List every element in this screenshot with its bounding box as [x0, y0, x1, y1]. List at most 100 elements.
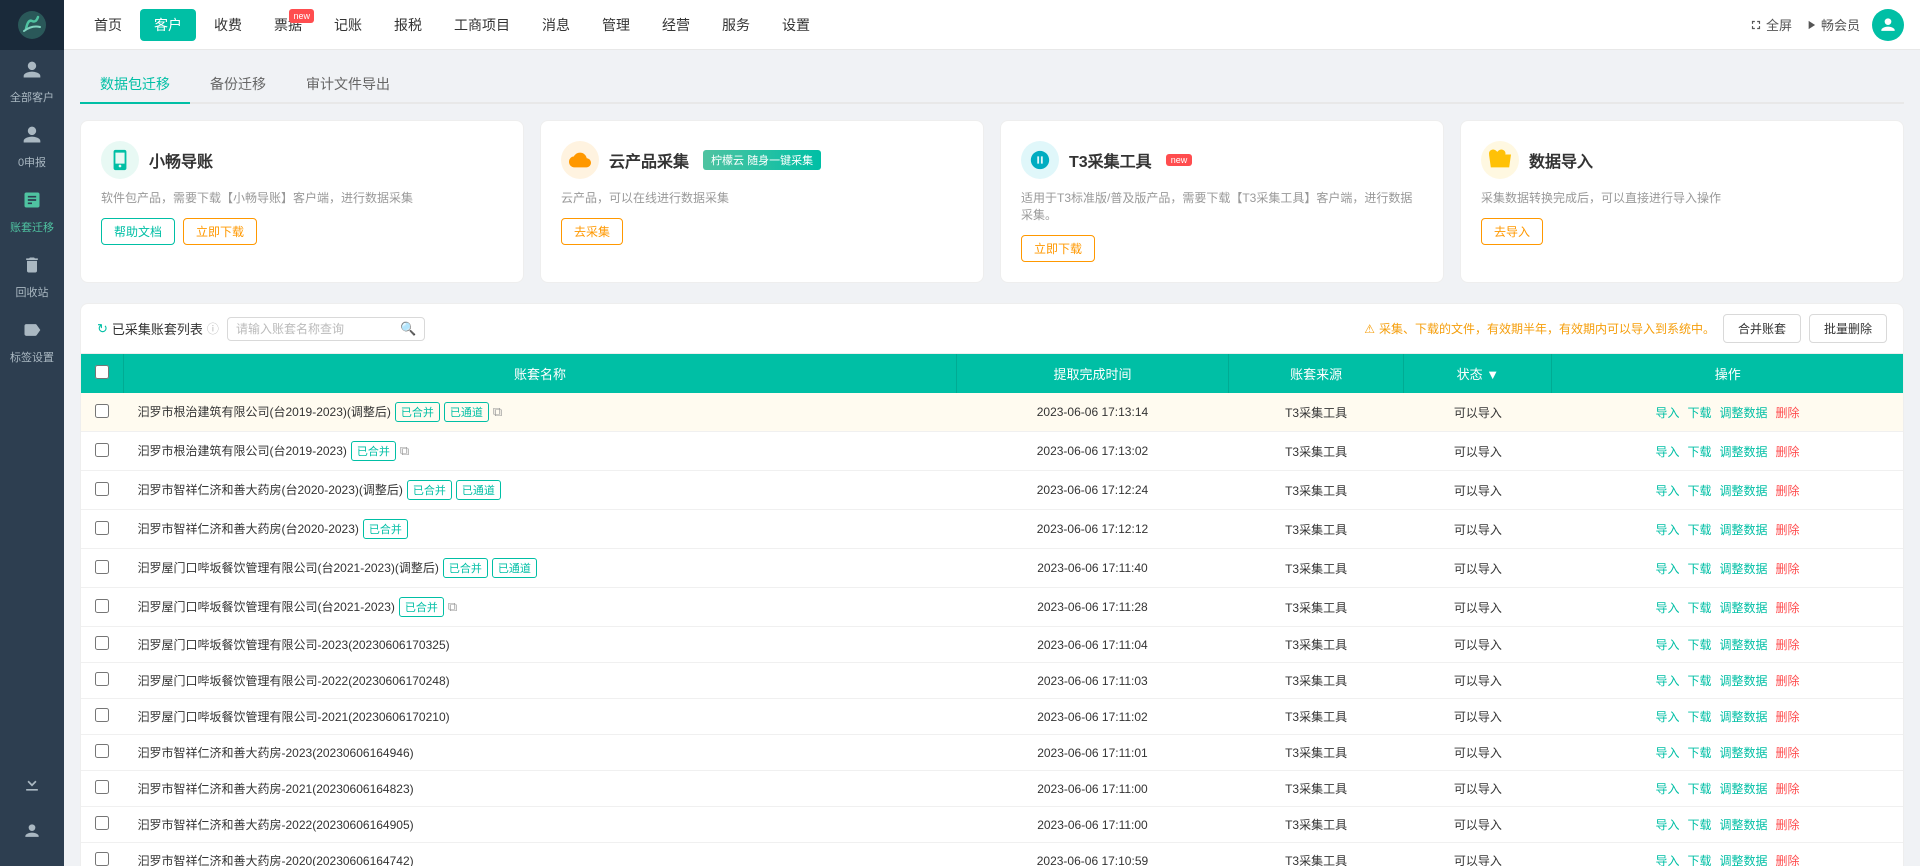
action-下载[interactable]: 下载 — [1683, 710, 1715, 724]
row-checkbox[interactable] — [95, 816, 109, 830]
row-checkbox[interactable] — [95, 744, 109, 758]
action-删除[interactable]: 删除 — [1772, 445, 1804, 459]
sidebar-item-profile[interactable] — [0, 811, 64, 854]
copy-icon[interactable]: ⧉ — [448, 599, 457, 614]
row-checkbox[interactable] — [95, 852, 109, 866]
nav-services[interactable]: 服务 — [708, 9, 764, 41]
row-checkbox[interactable] — [95, 599, 109, 613]
tab-audit-export[interactable]: 审计文件导出 — [286, 66, 410, 104]
help-doc-btn[interactable]: 帮助文档 — [101, 218, 175, 245]
action-导入[interactable]: 导入 — [1651, 854, 1683, 866]
action-调整数据[interactable]: 调整数据 — [1715, 638, 1771, 652]
action-导入[interactable]: 导入 — [1651, 674, 1683, 688]
sidebar-item-tag-settings[interactable]: 标签设置 — [0, 310, 64, 375]
action-调整数据[interactable]: 调整数据 — [1715, 674, 1771, 688]
action-调整数据[interactable]: 调整数据 — [1715, 782, 1771, 796]
action-调整数据[interactable]: 调整数据 — [1715, 601, 1771, 615]
action-调整数据[interactable]: 调整数据 — [1715, 484, 1771, 498]
action-删除[interactable]: 删除 — [1772, 782, 1804, 796]
row-checkbox[interactable] — [95, 482, 109, 496]
row-checkbox[interactable] — [95, 780, 109, 794]
nav-management[interactable]: 管理 — [588, 9, 644, 41]
batch-delete-btn[interactable]: 批量删除 — [1809, 314, 1887, 343]
action-删除[interactable]: 删除 — [1772, 854, 1804, 866]
action-下载[interactable]: 下载 — [1683, 601, 1715, 615]
nav-fees[interactable]: 收费 — [200, 9, 256, 41]
action-删除[interactable]: 删除 — [1772, 562, 1804, 576]
reload-icon[interactable]: ↻ — [97, 321, 108, 337]
sidebar-item-all-customers[interactable]: 全部客户 — [0, 50, 64, 115]
nav-tickets[interactable]: 票据 new — [260, 9, 316, 41]
sidebar-item-zero-report[interactable]: 0申报 — [0, 115, 64, 180]
action-导入[interactable]: 导入 — [1651, 562, 1683, 576]
action-调整数据[interactable]: 调整数据 — [1715, 562, 1771, 576]
nav-home[interactable]: 首页 — [80, 9, 136, 41]
search-icon[interactable]: 🔍 — [400, 321, 416, 337]
copy-icon[interactable]: ⧉ — [400, 443, 409, 458]
member-btn[interactable]: 畅会员 — [1804, 15, 1860, 34]
action-调整数据[interactable]: 调整数据 — [1715, 523, 1771, 537]
row-checkbox[interactable] — [95, 404, 109, 418]
nav-bizproject[interactable]: 工商项目 — [440, 9, 524, 41]
row-checkbox[interactable] — [95, 708, 109, 722]
action-调整数据[interactable]: 调整数据 — [1715, 406, 1771, 420]
action-下载[interactable]: 下载 — [1683, 638, 1715, 652]
action-导入[interactable]: 导入 — [1651, 601, 1683, 615]
sidebar-item-account-transfer[interactable]: 账套迁移 — [0, 180, 64, 245]
action-下载[interactable]: 下载 — [1683, 674, 1715, 688]
nav-customers[interactable]: 客户 — [140, 9, 196, 41]
download-now-btn-1[interactable]: 立即下载 — [183, 218, 257, 245]
action-导入[interactable]: 导入 — [1651, 746, 1683, 760]
action-导入[interactable]: 导入 — [1651, 484, 1683, 498]
action-导入[interactable]: 导入 — [1651, 782, 1683, 796]
action-下载[interactable]: 下载 — [1683, 746, 1715, 760]
sidebar-item-recycle[interactable]: 回收站 — [0, 245, 64, 310]
search-input[interactable] — [236, 322, 396, 336]
action-下载[interactable]: 下载 — [1683, 523, 1715, 537]
action-删除[interactable]: 删除 — [1772, 746, 1804, 760]
action-导入[interactable]: 导入 — [1651, 445, 1683, 459]
action-删除[interactable]: 删除 — [1772, 710, 1804, 724]
row-checkbox[interactable] — [95, 521, 109, 535]
action-调整数据[interactable]: 调整数据 — [1715, 746, 1771, 760]
action-导入[interactable]: 导入 — [1651, 638, 1683, 652]
action-导入[interactable]: 导入 — [1651, 406, 1683, 420]
action-导入[interactable]: 导入 — [1651, 710, 1683, 724]
copy-icon[interactable]: ⧉ — [493, 404, 502, 419]
action-下载[interactable]: 下载 — [1683, 562, 1715, 576]
select-all-checkbox[interactable] — [95, 365, 109, 379]
tab-data-migration[interactable]: 数据包迁移 — [80, 66, 190, 104]
download-now-btn-3[interactable]: 立即下载 — [1021, 235, 1095, 262]
row-checkbox[interactable] — [95, 560, 109, 574]
nav-operations[interactable]: 经营 — [648, 9, 704, 41]
sidebar-item-download[interactable] — [0, 764, 64, 807]
action-调整数据[interactable]: 调整数据 — [1715, 854, 1771, 866]
go-import-btn[interactable]: 去导入 — [1481, 218, 1543, 245]
row-checkbox[interactable] — [95, 672, 109, 686]
action-下载[interactable]: 下载 — [1683, 445, 1715, 459]
nav-accounting[interactable]: 记账 — [320, 9, 376, 41]
action-删除[interactable]: 删除 — [1772, 484, 1804, 498]
tab-backup-migration[interactable]: 备份迁移 — [190, 66, 286, 104]
nav-messages[interactable]: 消息 — [528, 9, 584, 41]
action-删除[interactable]: 删除 — [1772, 638, 1804, 652]
row-checkbox[interactable] — [95, 636, 109, 650]
action-下载[interactable]: 下载 — [1683, 818, 1715, 832]
action-下载[interactable]: 下载 — [1683, 854, 1715, 866]
avatar[interactable] — [1872, 9, 1904, 41]
action-删除[interactable]: 删除 — [1772, 818, 1804, 832]
action-下载[interactable]: 下载 — [1683, 484, 1715, 498]
action-下载[interactable]: 下载 — [1683, 782, 1715, 796]
go-collect-btn[interactable]: 去采集 — [561, 218, 623, 245]
nav-tax[interactable]: 报税 — [380, 9, 436, 41]
action-删除[interactable]: 删除 — [1772, 601, 1804, 615]
action-删除[interactable]: 删除 — [1772, 674, 1804, 688]
row-checkbox[interactable] — [95, 443, 109, 457]
action-删除[interactable]: 删除 — [1772, 406, 1804, 420]
action-调整数据[interactable]: 调整数据 — [1715, 710, 1771, 724]
merge-btn[interactable]: 合并账套 — [1723, 314, 1801, 343]
action-调整数据[interactable]: 调整数据 — [1715, 445, 1771, 459]
action-导入[interactable]: 导入 — [1651, 523, 1683, 537]
action-调整数据[interactable]: 调整数据 — [1715, 818, 1771, 832]
fullscreen-btn[interactable]: 全屏 — [1749, 15, 1792, 34]
